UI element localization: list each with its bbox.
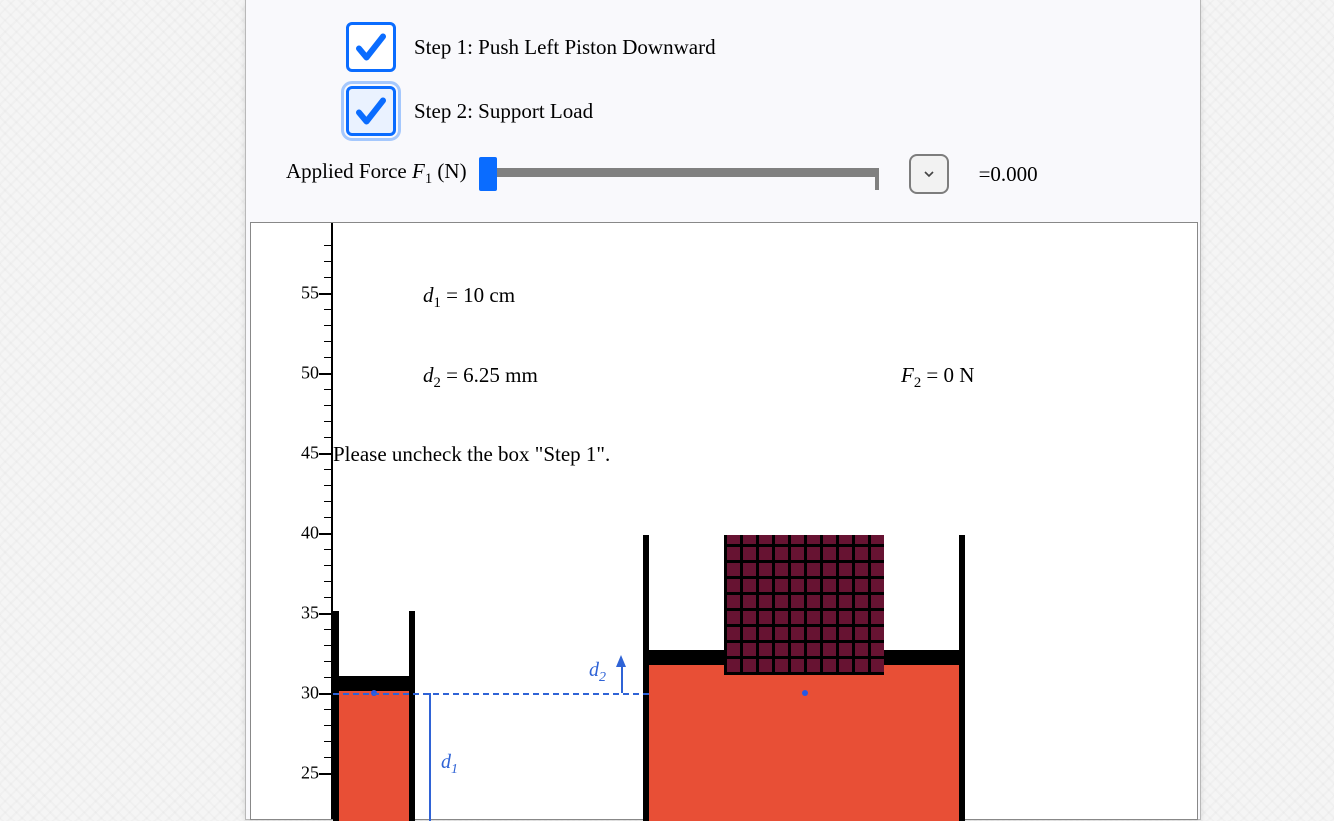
- major-tick: [319, 693, 331, 695]
- load-block: [724, 535, 884, 675]
- minor-tick: [324, 629, 331, 630]
- minor-tick: [324, 245, 331, 246]
- d1-marker-label: d1: [441, 751, 458, 778]
- minor-tick: [324, 325, 331, 326]
- reference-line: [333, 693, 649, 695]
- d1-annotation: d1 = 10 cm: [423, 283, 515, 312]
- d1-var: d: [423, 283, 434, 307]
- tick-label: 35: [291, 603, 319, 624]
- equals-sign: =: [979, 162, 991, 186]
- minor-tick: [324, 357, 331, 358]
- minor-tick: [324, 277, 331, 278]
- d2-arrow-icon: [616, 655, 626, 667]
- chevron-down-icon: [921, 166, 937, 182]
- tick-label: 25: [291, 763, 319, 784]
- minor-tick: [324, 437, 331, 438]
- d2-var: d: [423, 363, 434, 387]
- minor-tick: [324, 645, 331, 646]
- d1-marker-var: d: [441, 751, 451, 773]
- minor-tick: [324, 341, 331, 342]
- slider-track: [489, 168, 879, 177]
- d1-marker-sub: 1: [451, 762, 458, 777]
- left-piston: [337, 676, 411, 691]
- right-reference-dot: [802, 690, 808, 696]
- d2-annotation: d2 = 6.25 mm: [423, 363, 538, 392]
- step2-row: Step 2: Support Load: [346, 86, 1160, 136]
- left-wall-outer: [333, 611, 339, 821]
- tick-label: 30: [291, 683, 319, 704]
- minor-tick: [324, 661, 331, 662]
- force-label-text: Applied Force: [286, 159, 412, 183]
- force-label: Applied Force F1 (N): [286, 159, 467, 188]
- step1-checkbox[interactable]: [346, 22, 396, 72]
- minor-tick: [324, 501, 331, 502]
- right-fluid: [649, 663, 961, 821]
- major-tick: [319, 453, 331, 455]
- minor-tick: [324, 549, 331, 550]
- tick-label: 55: [291, 283, 319, 304]
- f2-var: F: [901, 363, 914, 387]
- f2-annotation: F2 = 0 N: [901, 363, 974, 392]
- check-icon: [353, 29, 389, 65]
- minor-tick: [324, 421, 331, 422]
- minor-tick: [324, 597, 331, 598]
- right-wall-inner: [643, 535, 649, 821]
- minor-tick: [324, 469, 331, 470]
- major-tick: [319, 373, 331, 375]
- d1-marker-line: [429, 693, 431, 821]
- minor-tick: [324, 757, 331, 758]
- hint-text: Please uncheck the box "Step 1".: [333, 442, 610, 467]
- major-tick: [319, 613, 331, 615]
- slider-track-end: [875, 168, 879, 190]
- d2-marker-sub: 2: [599, 670, 606, 685]
- d1-sub: 1: [434, 295, 441, 311]
- d1-value: = 10 cm: [441, 283, 515, 307]
- left-fluid: [337, 689, 411, 821]
- d2-marker-label: d2: [589, 659, 606, 686]
- tick-label: 45: [291, 443, 319, 464]
- step-controls: Step 1: Push Left Piston Downward Step 2…: [346, 22, 1160, 136]
- plot-area: d1 = 10 cm d2 = 6.25 mm F2 = 0 N Please …: [250, 222, 1198, 820]
- f2-value: = 0 N: [921, 363, 974, 387]
- check-icon: [353, 93, 389, 129]
- tick-label: 50: [291, 363, 319, 384]
- minor-tick: [324, 677, 331, 678]
- d2-sub: 2: [434, 375, 441, 391]
- force-slider-row: Applied Force F1 (N) =0.000: [286, 154, 1160, 194]
- d2-marker-var: d: [589, 659, 599, 681]
- minor-tick: [324, 517, 331, 518]
- force-unit: (N): [432, 159, 466, 183]
- step2-label: Step 2: Support Load: [414, 99, 593, 124]
- minor-tick: [324, 709, 331, 710]
- left-wall-inner: [409, 611, 415, 821]
- slider-thumb[interactable]: [479, 157, 497, 191]
- minor-tick: [324, 309, 331, 310]
- minor-tick: [324, 725, 331, 726]
- force-slider[interactable]: [479, 157, 879, 191]
- minor-tick: [324, 741, 331, 742]
- major-tick: [319, 533, 331, 535]
- minor-tick: [324, 565, 331, 566]
- major-tick: [319, 293, 331, 295]
- minor-tick: [324, 261, 331, 262]
- minor-tick: [324, 581, 331, 582]
- right-wall-outer: [959, 535, 965, 821]
- minor-tick: [324, 389, 331, 390]
- step1-label: Step 1: Push Left Piston Downward: [414, 35, 716, 60]
- minor-tick: [324, 405, 331, 406]
- step1-row: Step 1: Push Left Piston Downward: [346, 22, 1160, 72]
- force-value-number: 0.000: [990, 162, 1037, 186]
- force-var: F: [412, 159, 425, 183]
- d2-value: = 6.25 mm: [441, 363, 538, 387]
- major-tick: [319, 773, 331, 775]
- slider-expand-button[interactable]: [909, 154, 949, 194]
- d2-marker-line: [621, 665, 623, 693]
- tick-label: 40: [291, 523, 319, 544]
- minor-tick: [324, 485, 331, 486]
- force-value: =0.000: [979, 162, 1038, 187]
- step2-checkbox[interactable]: [346, 86, 396, 136]
